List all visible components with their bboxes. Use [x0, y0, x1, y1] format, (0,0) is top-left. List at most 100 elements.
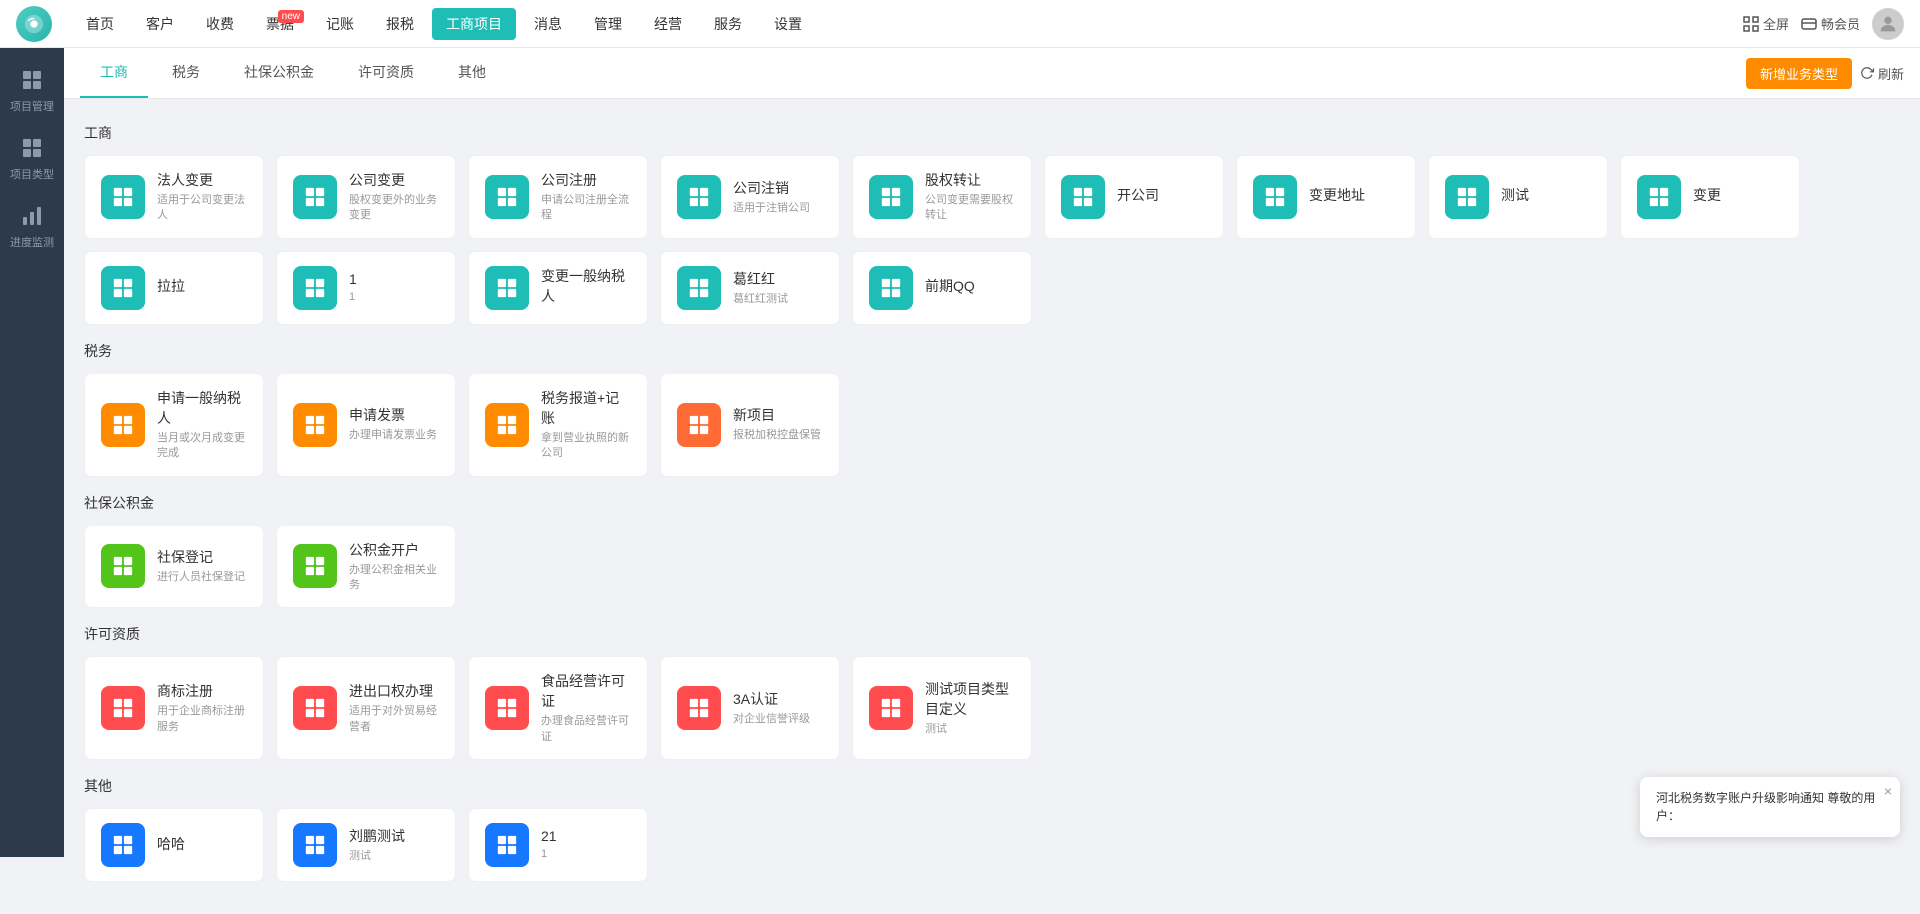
card-open-company[interactable]: 开公司: [1044, 155, 1224, 239]
card-gehonghong[interactable]: 葛红红 葛红红测试: [660, 251, 840, 325]
card-title-lala: 拉拉: [157, 276, 185, 296]
card-legal-change[interactable]: 法人变更 适用于公司变更法人: [84, 155, 264, 239]
card-company-register[interactable]: 公司注册 申请公司注册全流程: [468, 155, 648, 239]
tab-social-fund[interactable]: 社保公积金: [224, 48, 334, 98]
card-new-project[interactable]: 新项目 报税加税控盘保管: [660, 373, 840, 477]
nav-home[interactable]: 首页: [72, 8, 128, 40]
sidebar-label-project-type: 项目类型: [10, 166, 54, 182]
refresh-label: 刷新: [1878, 64, 1904, 83]
card-change-address[interactable]: 变更地址: [1236, 155, 1416, 239]
sidebar: 项目管理 项目类型 进度监测: [0, 48, 64, 857]
card-num1[interactable]: 1 1: [276, 251, 456, 325]
card-desc-trademark: 用于企业商标注册服务: [157, 704, 247, 735]
card-company-change[interactable]: 公司变更 股权变更外的业务变更: [276, 155, 456, 239]
card-haha[interactable]: 哈哈: [84, 808, 264, 882]
tab-permit[interactable]: 许可资质: [338, 48, 434, 98]
card-num21[interactable]: 21 1: [468, 808, 648, 882]
card-icon-haha: [101, 823, 145, 867]
fullscreen-btn[interactable]: 全屏: [1743, 14, 1789, 33]
tab-tax[interactable]: 税务: [152, 48, 220, 98]
card-desc-fund-account: 办理公积金相关业务: [349, 563, 439, 594]
card-info-lala: 拉拉: [157, 276, 185, 299]
card-fund-account[interactable]: 公积金开户 办理公积金相关业务: [276, 525, 456, 609]
nav-manage[interactable]: 管理: [580, 8, 636, 40]
refresh-icon: [1860, 66, 1874, 80]
card-title-haha: 哈哈: [157, 834, 185, 854]
card-trademark[interactable]: 商标注册 用于企业商标注册服务: [84, 656, 264, 760]
progress-monitor-icon: [18, 202, 46, 230]
card-icon-gehonghong: [677, 266, 721, 310]
card-icon-3a-cert: [677, 686, 721, 730]
nav-tax[interactable]: 报税: [372, 8, 428, 40]
card-change[interactable]: 变更: [1620, 155, 1800, 239]
card-food-license[interactable]: 食品经营许可证 办理食品经营许可证: [468, 656, 648, 760]
card-tax-report-accounts[interactable]: 税务报道+记账 拿到营业执照的新公司: [468, 373, 648, 477]
card-apply-invoice[interactable]: 申请发票 办理申请发票业务: [276, 373, 456, 477]
sidebar-label-project-manage: 项目管理: [10, 98, 54, 114]
tabs-list: 工商 税务 社保公积金 许可资质 其他: [80, 48, 510, 98]
card-social-register[interactable]: 社保登记 进行人员社保登记: [84, 525, 264, 609]
nav-invoice[interactable]: 票据 new: [252, 8, 308, 40]
card-change-taxpayer[interactable]: 变更一般纳税人: [468, 251, 648, 325]
card-apply-taxpayer[interactable]: 申请一般纳税人 当月或次月成变更完成: [84, 373, 264, 477]
card-import-export[interactable]: 进出口权办理 适用于对外贸易经营者: [276, 656, 456, 760]
member-btn[interactable]: 畅会员: [1801, 14, 1860, 33]
sidebar-item-project-type[interactable]: 项目类型: [0, 124, 64, 192]
card-desc-apply-invoice: 办理申请发票业务: [349, 428, 437, 443]
user-avatar[interactable]: [1872, 8, 1904, 40]
nav-message[interactable]: 消息: [520, 8, 576, 40]
card-icon-import-export: [293, 686, 337, 730]
card-test[interactable]: 测试: [1428, 155, 1608, 239]
card-desc-tax-report-accounts: 拿到营业执照的新公司: [541, 431, 631, 462]
avatar-icon: [1877, 13, 1899, 35]
card-icon-num1: [293, 266, 337, 310]
member-label: 畅会员: [1821, 14, 1860, 33]
card-early-qq[interactable]: 前期QQ: [852, 251, 1032, 325]
card-icon-food-license: [485, 686, 529, 730]
new-type-button[interactable]: 新增业务类型: [1746, 58, 1852, 89]
card-icon-social-register: [101, 544, 145, 588]
tab-industry[interactable]: 工商: [80, 48, 148, 98]
card-desc-new-project: 报税加税控盘保管: [733, 428, 821, 443]
sidebar-item-progress-monitor[interactable]: 进度监测: [0, 192, 64, 260]
tab-other[interactable]: 其他: [438, 48, 506, 98]
card-title-company-change: 公司变更: [349, 170, 439, 190]
card-3a-cert[interactable]: 3A认证 对企业信誉评级: [660, 656, 840, 760]
top-navigation: 首页 客户 收费 票据 new 记账 报税 工商项目 消息 管理 经营 服务 设…: [0, 0, 1920, 48]
card-lala[interactable]: 拉拉: [84, 251, 264, 325]
card-icon-open-company: [1061, 175, 1105, 219]
tabs-bar: 工商 税务 社保公积金 许可资质 其他 新增业务类型 刷新: [64, 48, 1920, 99]
card-title-food-license: 食品经营许可证: [541, 671, 631, 711]
card-equity-transfer[interactable]: 股权转让 公司变更需要股权转让: [852, 155, 1032, 239]
card-icon-new-project: [677, 403, 721, 447]
app-logo[interactable]: [16, 6, 52, 42]
card-info-test: 测试: [1501, 185, 1529, 208]
project-type-icon: [18, 134, 46, 162]
member-icon: [1801, 16, 1817, 32]
refresh-button[interactable]: 刷新: [1860, 64, 1904, 83]
card-title-3a-cert: 3A认证: [733, 689, 810, 709]
card-company-cancel[interactable]: 公司注销 适用于注销公司: [660, 155, 840, 239]
nav-billing[interactable]: 收费: [192, 8, 248, 40]
card-title-open-company: 开公司: [1117, 185, 1159, 205]
card-info-equity-transfer: 股权转让 公司变更需要股权转让: [925, 170, 1015, 224]
chat-close-btn[interactable]: ×: [1884, 783, 1892, 799]
project-manage-icon: [18, 66, 46, 94]
nav-industry[interactable]: 工商项目: [432, 8, 516, 40]
sidebar-item-project-manage[interactable]: 项目管理: [0, 56, 64, 124]
card-info-open-company: 开公司: [1117, 185, 1159, 208]
card-test-type[interactable]: 测试项目类型目定义 测试: [852, 656, 1032, 760]
nav-settings[interactable]: 设置: [760, 8, 816, 40]
nav-right-area: 全屏 畅会员: [1743, 8, 1904, 40]
nav-accounts[interactable]: 记账: [312, 8, 368, 40]
card-info-tax-report-accounts: 税务报道+记账 拿到营业执照的新公司: [541, 388, 631, 462]
card-info-import-export: 进出口权办理 适用于对外贸易经营者: [349, 681, 439, 735]
nav-operation[interactable]: 经营: [640, 8, 696, 40]
card-info-company-register: 公司注册 申请公司注册全流程: [541, 170, 631, 224]
card-info-fund-account: 公积金开户 办理公积金相关业务: [349, 540, 439, 594]
card-info-3a-cert: 3A认证 对企业信誉评级: [733, 689, 810, 727]
card-title-num1: 1: [349, 271, 357, 287]
card-liupeng-test[interactable]: 刘鹏测试 测试: [276, 808, 456, 882]
nav-customer[interactable]: 客户: [132, 8, 188, 40]
nav-service[interactable]: 服务: [700, 8, 756, 40]
